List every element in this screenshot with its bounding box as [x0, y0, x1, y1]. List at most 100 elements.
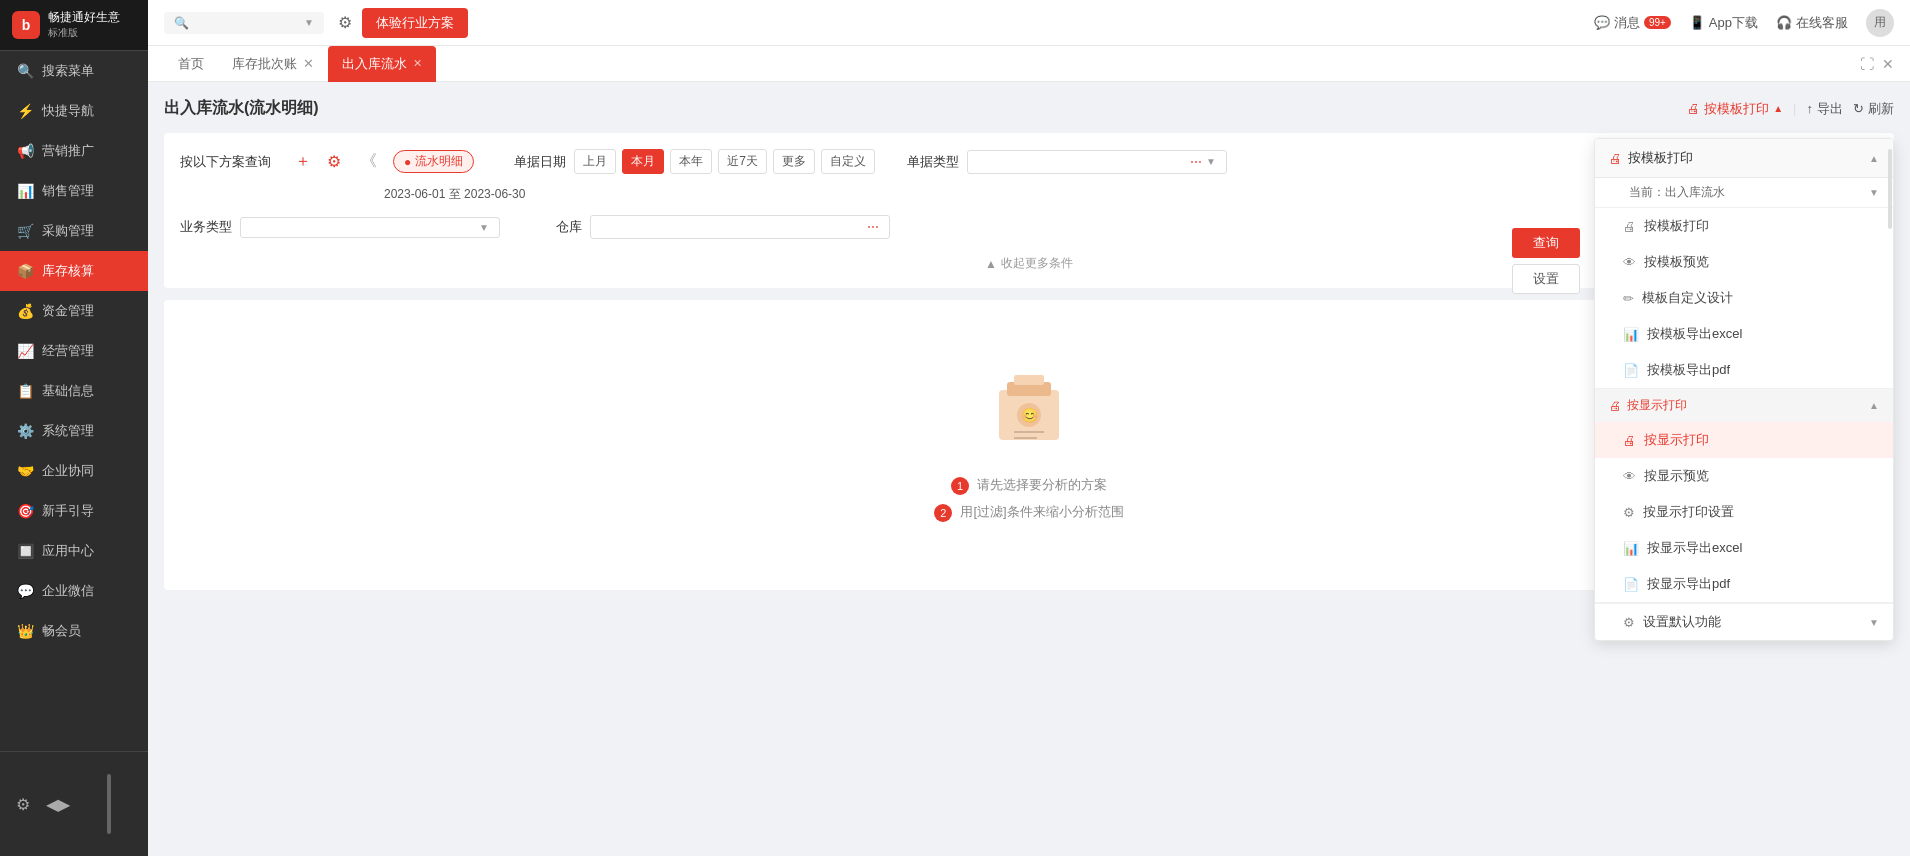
date-btn-this-month[interactable]: 本月: [622, 149, 664, 174]
sidebar-item-label: 企业协同: [42, 462, 132, 480]
dropdown-current-arrow-icon[interactable]: ▼: [1869, 187, 1879, 198]
dropdown-item-display-pdf[interactable]: 📄 按显示导出pdf: [1595, 566, 1893, 602]
main-container: 🔍 ▼ ⚙ 体验行业方案 💬 消息 99+ 📱 App下载 🎧 在线客服 用: [148, 0, 1910, 856]
sidebar-item-label: 畅会员: [42, 622, 132, 640]
filter-add-icon[interactable]: ＋: [295, 151, 311, 172]
date-btn-last-month[interactable]: 上月: [574, 149, 616, 174]
date-btn-more[interactable]: 更多: [773, 149, 815, 174]
dropdown-item-template-excel[interactable]: 📊 按模板导出excel: [1595, 316, 1893, 352]
filter-warehouse-select[interactable]: ⋯: [590, 215, 890, 239]
refresh-button[interactable]: ↻ 刷新: [1853, 100, 1894, 118]
filter-voucher-type-select[interactable]: ⋯ ▼: [967, 150, 1227, 174]
filter-setting-icon[interactable]: ⚙: [327, 152, 341, 171]
dropdown-header-label: 按模板打印: [1628, 149, 1693, 167]
sidebar-item-quick-nav[interactable]: ⚡ 快捷导航: [0, 91, 148, 131]
online-service-icon: 🎧: [1776, 15, 1792, 30]
sales-icon: 📊: [16, 182, 34, 200]
dropdown-item-display-preview[interactable]: 👁 按显示预览: [1595, 458, 1893, 494]
filter-warehouse-label: 仓库: [556, 218, 582, 236]
empty-step-1: 1 请先选择要分析的方案: [951, 476, 1107, 495]
collapse-icon[interactable]: ◀▶: [46, 795, 70, 814]
export-button[interactable]: ↑ 导出: [1807, 100, 1844, 118]
sidebar-item-purchase[interactable]: 🛒 采购管理: [0, 211, 148, 251]
topbar-search-dropdown-icon[interactable]: ▼: [304, 17, 314, 28]
filter-voucher-type-more-icon[interactable]: ⋯: [1190, 155, 1202, 169]
tab-inventory-batch[interactable]: 库存批次账 ✕: [218, 46, 328, 82]
date-btn-this-year[interactable]: 本年: [670, 149, 712, 174]
topbar-search-box[interactable]: 🔍 ▼: [164, 12, 324, 34]
tab-maximize-button[interactable]: ⛶: [1860, 56, 1874, 72]
sidebar-item-marketing[interactable]: 📢 营销推广: [0, 131, 148, 171]
dropdown-display-preview-icon: 👁: [1623, 469, 1636, 484]
dropdown-scrollbar-track: [1887, 139, 1893, 640]
filter-warehouse-more-icon[interactable]: ⋯: [867, 220, 879, 234]
topbar-search-input[interactable]: [195, 16, 298, 30]
dropdown-section-display-print[interactable]: 🖨 按显示打印 ▲: [1595, 389, 1893, 422]
settings-icon[interactable]: ⚙: [16, 795, 30, 814]
sidebar-item-inventory[interactable]: 📦 库存核算: [0, 251, 148, 291]
sidebar-item-sales[interactable]: 📊 销售管理: [0, 171, 148, 211]
topbar-search-icon: 🔍: [174, 16, 189, 30]
tab-inventory-batch-close-icon[interactable]: ✕: [303, 56, 314, 71]
dropdown-display-excel-icon: 📊: [1623, 541, 1639, 556]
sidebar-item-membership[interactable]: 👑 畅会员: [0, 611, 148, 651]
dropdown-display-settings-icon: ⚙: [1623, 505, 1635, 520]
export-label: 导出: [1817, 100, 1843, 118]
app-download-button[interactable]: 📱 App下载: [1689, 14, 1758, 32]
sidebar-item-operation[interactable]: 📈 经营管理: [0, 331, 148, 371]
dropdown-item-display-settings[interactable]: ⚙ 按显示打印设置: [1595, 494, 1893, 530]
dropdown-item-display-print[interactable]: 🖨 按显示打印: [1595, 422, 1893, 458]
tab-close-all-button[interactable]: ✕: [1882, 56, 1894, 72]
settings-button[interactable]: 设置: [1512, 264, 1580, 294]
dropdown-template-preview-icon: 👁: [1623, 255, 1636, 270]
tab-inventory-flow[interactable]: 出入库流水 ✕: [328, 46, 436, 82]
dropdown-display-section-arrow-icon[interactable]: ▲: [1869, 400, 1879, 411]
date-btn-custom[interactable]: 自定义: [821, 149, 875, 174]
sidebar-item-app-center[interactable]: 🔲 应用中心: [0, 531, 148, 571]
template-print-dropdown-arrow[interactable]: ▲: [1773, 103, 1783, 114]
dropdown-set-default-icon: ⚙: [1623, 615, 1635, 630]
dropdown-template-pdf-label: 按模板导出pdf: [1647, 361, 1730, 379]
sidebar-item-basic-info[interactable]: 📋 基础信息: [0, 371, 148, 411]
dropdown-footer-set-default[interactable]: ⚙ 设置默认功能 ▼: [1595, 603, 1893, 640]
topbar-gear-icon[interactable]: ⚙: [338, 13, 352, 32]
sidebar-item-system[interactable]: ⚙️ 系统管理: [0, 411, 148, 451]
dropdown-item-display-excel[interactable]: 📊 按显示导出excel: [1595, 530, 1893, 566]
dropdown-item-template-print[interactable]: 🖨 按模板打印: [1595, 208, 1893, 244]
sidebar-item-label: 基础信息: [42, 382, 132, 400]
template-print-button[interactable]: 🖨 按模板打印 ▲: [1687, 100, 1783, 118]
user-avatar[interactable]: 用: [1866, 9, 1894, 37]
dropdown-display-print-section-label: 按显示打印: [1627, 397, 1687, 414]
filter-business-type-arrow-icon[interactable]: ▼: [479, 222, 489, 233]
message-button[interactable]: 💬 消息 99+: [1594, 14, 1671, 32]
sidebar-item-enterprise-collab[interactable]: 🤝 企业协同: [0, 451, 148, 491]
dropdown-header-arrow-icon[interactable]: ▲: [1869, 153, 1879, 164]
sidebar-item-search-menu[interactable]: 🔍 搜索菜单: [0, 51, 148, 91]
sidebar-item-beginner-guide[interactable]: 🎯 新手引导: [0, 491, 148, 531]
query-button[interactable]: 查询: [1512, 228, 1580, 258]
refresh-icon: ↻: [1853, 101, 1864, 116]
sidebar-item-label: 快捷导航: [42, 102, 132, 120]
search-menu-icon: 🔍: [16, 62, 34, 80]
dropdown-template-excel-icon: 📊: [1623, 327, 1639, 342]
tab-inventory-flow-close-icon[interactable]: ✕: [413, 57, 422, 70]
industry-solution-button[interactable]: 体验行业方案: [362, 8, 468, 38]
dropdown-item-template-pdf[interactable]: 📄 按模板导出pdf: [1595, 352, 1893, 388]
filter-active-tag[interactable]: ● 流水明细: [393, 150, 474, 173]
filter-collapse-left-icon[interactable]: 《: [361, 151, 377, 172]
sidebar-item-label: 采购管理: [42, 222, 132, 240]
filter-voucher-type-arrow-icon[interactable]: ▼: [1206, 156, 1216, 167]
dropdown-item-template-custom[interactable]: ✏ 模板自定义设计: [1595, 280, 1893, 316]
sidebar-item-enterprise-wechat[interactable]: 💬 企业微信: [0, 571, 148, 611]
sidebar-item-finance[interactable]: 💰 资金管理: [0, 291, 148, 331]
filter-business-type-select[interactable]: ▼: [240, 217, 500, 238]
dropdown-item-template-preview[interactable]: 👁 按模板预览: [1595, 244, 1893, 280]
page-title: 出入库流水(流水明细): [164, 98, 319, 119]
beginner-guide-icon: 🎯: [16, 502, 34, 520]
tab-home[interactable]: 首页: [164, 46, 218, 82]
online-service-button[interactable]: 🎧 在线客服: [1776, 14, 1848, 32]
dropdown-scrollbar-thumb[interactable]: [1888, 149, 1892, 229]
date-btn-last-7days[interactable]: 近7天: [718, 149, 767, 174]
sidebar-logo: b 畅捷通好生意 标准版: [0, 0, 148, 51]
empty-illustration: 😊: [979, 360, 1079, 460]
